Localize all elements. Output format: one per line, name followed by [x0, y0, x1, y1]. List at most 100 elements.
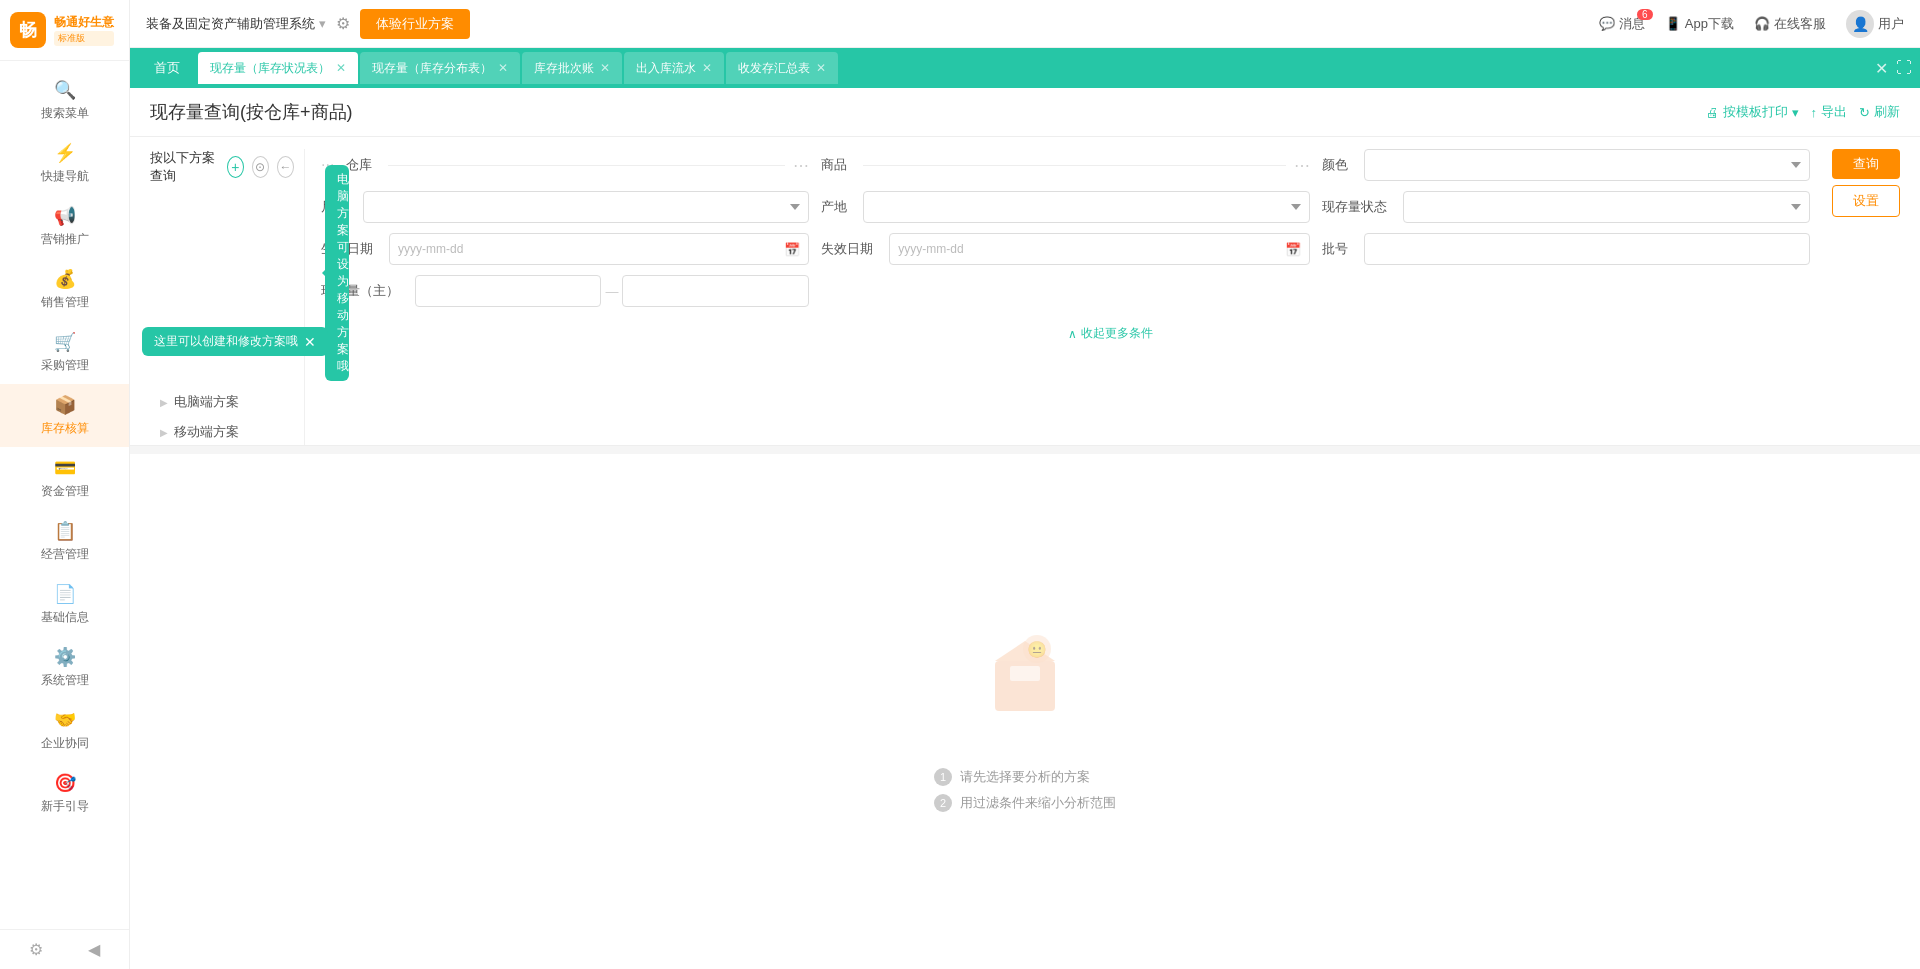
message-btn[interactable]: 💬 消息 6	[1599, 15, 1645, 33]
size-select[interactable]	[363, 191, 809, 223]
sidebar-item-guide[interactable]: 🎯 新手引导	[0, 762, 129, 825]
sidebar-item-search[interactable]: 🔍 搜索菜单	[0, 69, 129, 132]
inventory-icon: 📦	[54, 394, 76, 416]
status-select[interactable]	[1403, 191, 1810, 223]
arrow-left-btn[interactable]: ←	[277, 156, 294, 178]
marketing-icon: 📢	[54, 205, 76, 227]
filter-fields: 查询 设置 ··· 仓库 ⋯ 商品	[305, 149, 1900, 445]
batch-input[interactable]	[1364, 233, 1810, 265]
user-menu[interactable]: 👤 用户	[1846, 10, 1904, 38]
sidebar: 畅 畅通好生意 标准版 🔍 搜索菜单 ⚡ 快捷导航 📢 营销推广 💰 销售管理 …	[0, 0, 130, 969]
search-button[interactable]: 查询	[1832, 149, 1900, 179]
sidebar-item-quicknav[interactable]: ⚡ 快捷导航	[0, 132, 129, 195]
tab-close-icon[interactable]: ✕	[702, 61, 712, 75]
tab-bar-end: ✕ ⛶	[1875, 59, 1912, 78]
more-icon[interactable]: ⋯	[1294, 156, 1310, 175]
sidebar-item-management[interactable]: 📋 经营管理	[0, 510, 129, 573]
message-icon: 💬	[1599, 16, 1615, 31]
tooltip2-close-btn[interactable]: ✕	[304, 334, 316, 350]
tooltip-bubble-1: 电脑方案可设为移动方案哦 ✕	[325, 165, 349, 381]
basicinfo-icon: 📄	[54, 583, 76, 605]
tab-close-all-btn[interactable]: ✕	[1875, 59, 1888, 78]
filter-row-3: 生产日期 yyyy-mm-dd 📅 失效日期 yyyy-mm-dd 📅	[321, 233, 1900, 265]
stock-min-input[interactable]	[415, 275, 601, 307]
app-download-btn[interactable]: 📱 App下载	[1665, 15, 1734, 33]
sidebar-item-system[interactable]: ⚙️ 系统管理	[0, 636, 129, 699]
tab-batch-account[interactable]: 库存批次账 ✕	[522, 52, 622, 84]
more-icon[interactable]: ⋯	[793, 156, 809, 175]
origin-select[interactable]	[863, 191, 1309, 223]
hint-number-1: 1	[934, 768, 952, 786]
tab-close-icon[interactable]: ✕	[600, 61, 610, 75]
collapse-sidebar-btn[interactable]: ◀	[88, 940, 100, 959]
tooltip-arrow-icon	[326, 337, 336, 347]
system-selector[interactable]: 装备及固定资产辅助管理系统 ▾	[146, 15, 326, 33]
tab-inventory-distribution[interactable]: 现存量（库存分布表） ✕	[360, 52, 520, 84]
filter-row-1: ··· 仓库 ⋯ 商品 ⋯ 颜色	[321, 149, 1900, 181]
system-icon: ⚙️	[54, 646, 76, 668]
tab-close-icon[interactable]: ✕	[816, 61, 826, 75]
sidebar-item-collab[interactable]: 🤝 企业协同	[0, 699, 129, 762]
empty-icon: 😐	[965, 611, 1085, 731]
reset-button[interactable]: 设置	[1832, 185, 1900, 217]
refresh-btn[interactable]: ↻ 刷新	[1859, 103, 1900, 121]
main-area: 装备及固定资产辅助管理系统 ▾ ⚙ 体验行业方案 💬 消息 6 📱 App下载 …	[130, 0, 1920, 969]
add-scheme-btn[interactable]: +	[227, 156, 244, 178]
finance-icon: 💳	[54, 457, 76, 479]
tab-fullscreen-btn[interactable]: ⛶	[1896, 59, 1912, 77]
search-reset-group: 查询 设置	[1832, 149, 1900, 217]
sidebar-item-basicinfo[interactable]: 📄 基础信息	[0, 573, 129, 636]
color-select[interactable]	[1364, 149, 1810, 181]
filter-field-product: 商品 ⋯	[821, 156, 1309, 175]
avatar: 👤	[1846, 10, 1874, 38]
calendar-icon[interactable]: 📅	[1285, 242, 1301, 257]
filter-row-4: 现存量（主） —	[321, 275, 1900, 307]
svg-rect-2	[1010, 666, 1040, 681]
sidebar-item-finance[interactable]: 💳 资金管理	[0, 447, 129, 510]
tab-bar: 首页 现存量（库存状况表） ✕ 现存量（库存分布表） ✕ 库存批次账 ✕ 出入库…	[130, 48, 1920, 88]
sidebar-item-marketing[interactable]: 📢 营销推广	[0, 195, 129, 258]
sidebar-bottom: ⚙ ◀	[0, 929, 129, 969]
range-separator: —	[605, 284, 618, 299]
filter-field-color: 颜色	[1322, 149, 1810, 181]
sidebar-item-sales[interactable]: 💰 销售管理	[0, 258, 129, 321]
header-right: 💬 消息 6 📱 App下载 🎧 在线客服 👤 用户	[1599, 10, 1904, 38]
industry-plan-button[interactable]: 体验行业方案	[360, 9, 470, 39]
filter-actions: ∧ 收起更多条件	[321, 317, 1900, 350]
sidebar-item-inventory[interactable]: 📦 库存核算	[0, 384, 129, 447]
sidebar-item-purchase[interactable]: 🛒 采购管理	[0, 321, 129, 384]
logo-text: 畅通好生意 标准版	[54, 14, 114, 46]
export-btn[interactable]: ↑ 导出	[1811, 103, 1848, 121]
refresh-icon: ↻	[1859, 105, 1870, 120]
tab-in-out-flow[interactable]: 出入库流水 ✕	[624, 52, 724, 84]
empty-illustration: 😐	[965, 611, 1085, 752]
scheme-sidebar: 按以下方案查询 + ⊙ ← 电脑方案可设为移动方案哦 ✕	[150, 149, 305, 445]
filter-area: 按以下方案查询 + ⊙ ← 电脑方案可设为移动方案哦 ✕	[130, 137, 1920, 446]
copy-scheme-btn[interactable]: ⊙	[252, 156, 269, 178]
print-btn[interactable]: 🖨 按模板打印 ▾	[1706, 103, 1799, 121]
content-area: 现存量查询(按仓库+商品) 🖨 按模板打印 ▾ ↑ 导出 ↻ 刷新	[130, 88, 1920, 969]
page-header: 现存量查询(按仓库+商品) 🖨 按模板打印 ▾ ↑ 导出 ↻ 刷新	[130, 88, 1920, 137]
gear-icon[interactable]: ⚙	[336, 14, 350, 33]
chevron-right-icon: ▶	[160, 397, 168, 408]
calendar-icon[interactable]: 📅	[784, 242, 800, 257]
logo: 畅 畅通好生意 标准版	[0, 0, 129, 61]
scheme-desktop[interactable]: ▶ 电脑端方案	[160, 389, 294, 415]
tab-inventory-status[interactable]: 现存量（库存状况表） ✕	[198, 52, 358, 84]
collapse-conditions-btn[interactable]: ∧ 收起更多条件	[1068, 325, 1153, 342]
empty-hint-2: 2 用过滤条件来缩小分析范围	[934, 794, 1116, 812]
settings-bottom-btn[interactable]: ⚙	[29, 940, 43, 959]
scheme-mobile[interactable]: ▶ 移动端方案	[160, 419, 294, 445]
tab-close-icon[interactable]: ✕	[498, 61, 508, 75]
scheme-list: ▶ 电脑端方案 ▶ 移动端方案	[150, 389, 294, 445]
online-support-btn[interactable]: 🎧 在线客服	[1754, 15, 1826, 33]
tooltip1-close-btn[interactable]: ✕	[355, 265, 367, 281]
chevron-right-icon: ▶	[160, 427, 168, 438]
logo-icon: 畅	[10, 12, 46, 48]
tab-home[interactable]: 首页	[138, 48, 196, 88]
filter-row-2: 尺码 产地 现存量状态	[321, 191, 1900, 223]
filter-field-origin: 产地	[821, 191, 1309, 223]
tab-receipt-summary[interactable]: 收发存汇总表 ✕	[726, 52, 838, 84]
tab-close-icon[interactable]: ✕	[336, 61, 346, 75]
stock-max-input[interactable]	[622, 275, 808, 307]
